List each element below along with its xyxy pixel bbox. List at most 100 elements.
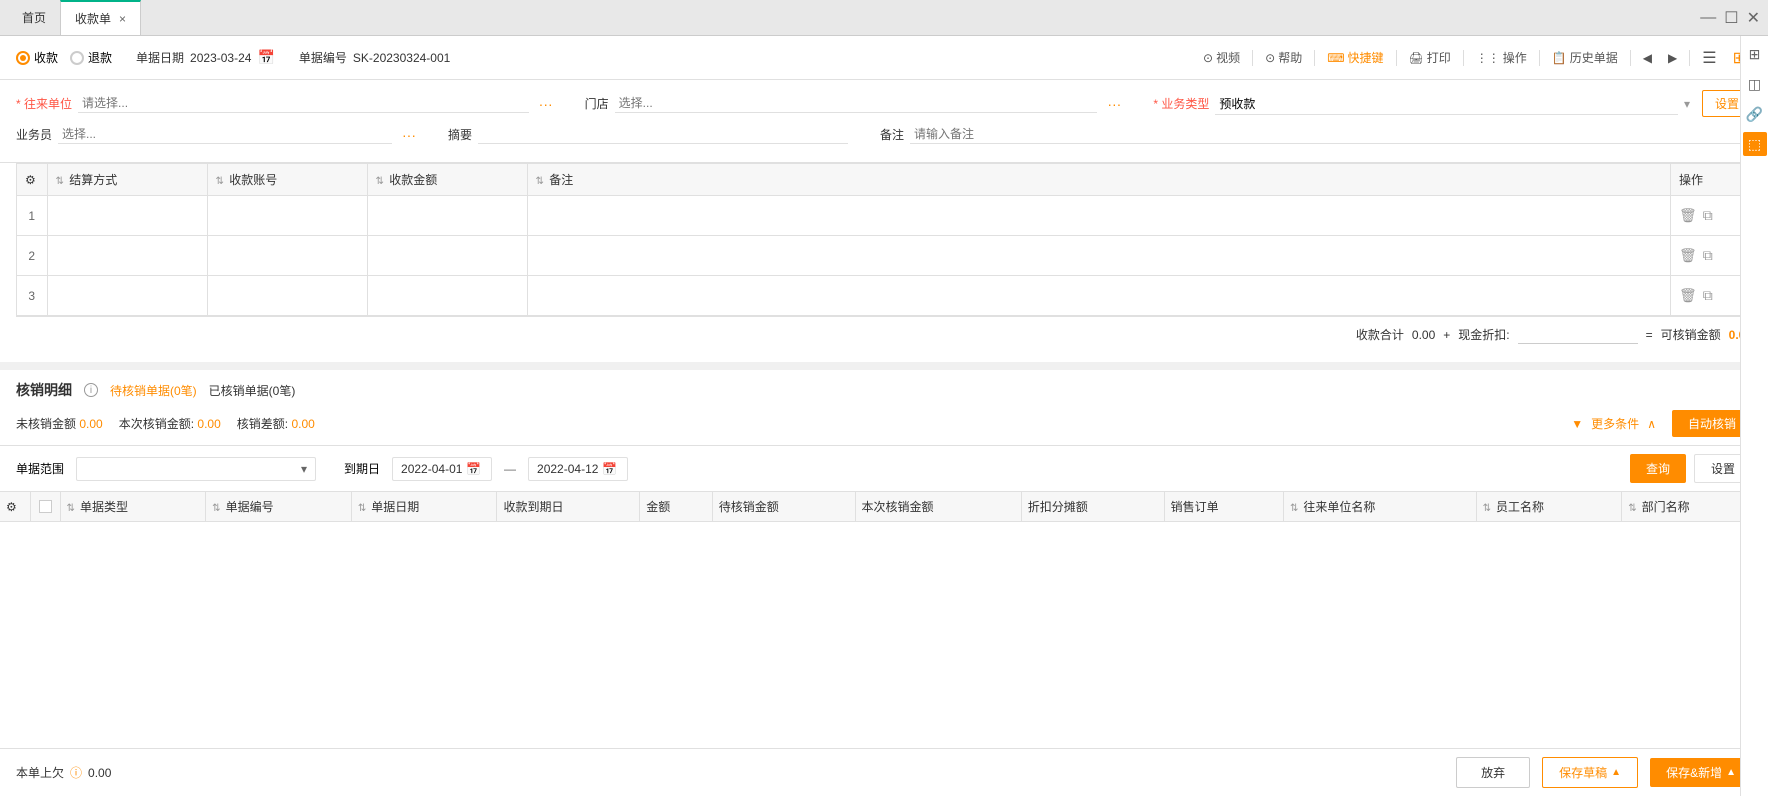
cell-remarks-1[interactable] [527, 196, 1671, 236]
table-settings-icon[interactable]: ⚙ [25, 173, 36, 187]
staff-label: 业务员 [16, 126, 52, 143]
footer-right: 放弃 保存草稿 ▲ 保存&新增 ▲ [1456, 757, 1752, 788]
radio-refund[interactable]: 退款 [70, 49, 112, 66]
table2-settings-icon[interactable]: ⚙ [6, 500, 17, 514]
doc-value[interactable]: SK-20230324-001 [353, 51, 450, 65]
query-btn[interactable]: 查询 [1630, 454, 1686, 483]
delete-icon-2[interactable]: 🗑 [1679, 247, 1697, 264]
tab-current[interactable]: 收款单 × [60, 0, 141, 35]
th2-settings[interactable]: ⚙ [0, 492, 30, 522]
date-to-value: 2022-04-12 [537, 462, 598, 476]
cell-account-1[interactable] [207, 196, 367, 236]
radio-refund-dot [70, 51, 84, 65]
window-maximize-icon[interactable]: ☐ [1724, 8, 1738, 28]
verification-info-icon[interactable]: i [84, 383, 98, 397]
cell-settlement-1[interactable] [47, 196, 207, 236]
range-select[interactable]: ▾ [76, 457, 316, 481]
sort2-number[interactable]: ⇅ [212, 503, 220, 514]
staff-input[interactable] [58, 125, 392, 144]
store-input[interactable] [615, 94, 1098, 113]
ops-btn[interactable]: ⋮⋮ 操作 [1470, 47, 1533, 68]
cur-value: 0.00 [197, 417, 220, 431]
history-btn[interactable]: 📋 历史单据 [1546, 47, 1624, 68]
date-from-input[interactable]: 2022-04-01 📅 [392, 457, 492, 481]
calendar-icon[interactable]: 📅 [257, 49, 274, 66]
radio-receipt[interactable]: 收款 [16, 49, 58, 66]
staff-more-btn[interactable]: ··· [402, 127, 416, 143]
total-value: 0.00 [1412, 328, 1435, 342]
sort2-counterpart[interactable]: ⇅ [1290, 503, 1298, 514]
sort-icon-amount[interactable]: ⇅ [376, 176, 384, 187]
sort-icon-remarks[interactable]: ⇅ [536, 176, 544, 187]
upper-icon[interactable]: ⓘ [70, 764, 82, 781]
sort2-type[interactable]: ⇅ [67, 503, 75, 514]
date-separator: — [504, 462, 516, 476]
form-row-2: 业务员 ··· 摘要 备注 [16, 125, 1752, 144]
biz-type-chevron-icon[interactable]: ▾ [1684, 97, 1690, 111]
select-all-checkbox[interactable] [39, 500, 52, 513]
pending-tab[interactable]: 待核销单据(0笔) [110, 382, 197, 399]
sort2-store[interactable]: ⇅ [1628, 503, 1636, 514]
remarks-input[interactable] [910, 125, 1752, 144]
help-icon: ⊙ [1265, 51, 1275, 65]
more-conditions-label[interactable]: 更多条件 [1591, 415, 1639, 432]
cell-account-2[interactable] [207, 236, 367, 276]
draft-button[interactable]: 保存草稿 ▲ [1542, 757, 1638, 788]
delete-icon-1[interactable]: 🗑 [1679, 207, 1697, 224]
cell-settlement-2[interactable] [47, 236, 207, 276]
copy-icon-2[interactable]: ⧉ [1703, 247, 1713, 264]
sort-icon-account[interactable]: ⇅ [216, 176, 224, 187]
window-close-icon[interactable]: ✕ [1747, 8, 1760, 28]
biz-type-value[interactable]: 预收款 [1215, 93, 1678, 115]
save-button[interactable]: 保存&新增 ▲ [1650, 758, 1752, 787]
main-table-container: ⚙ ⇅ 结算方式 ⇅ 收款账号 ⇅ 收款金额 ⇅ [16, 163, 1752, 317]
cell-account-3[interactable] [207, 276, 367, 316]
nav-prev-btn[interactable]: ◀ [1637, 49, 1658, 67]
copy-icon-3[interactable]: ⧉ [1703, 287, 1713, 304]
sidebar-icon-4[interactable]: ⬚ [1743, 132, 1767, 156]
date-value[interactable]: 2023-03-24 [190, 51, 251, 65]
tab-home[interactable]: 首页 [8, 0, 60, 35]
video-btn[interactable]: ⊙ 视频 [1197, 47, 1246, 68]
delete-icon-3[interactable]: 🗑 [1679, 287, 1697, 304]
print-btn[interactable]: 🖨 打印 [1403, 47, 1457, 68]
filter-icon[interactable]: ▼ [1571, 417, 1583, 431]
discard-button[interactable]: 放弃 [1456, 757, 1530, 788]
sidebar-icon-3[interactable]: 🔗 [1743, 102, 1767, 126]
shortcut-btn[interactable]: ⌨ 快捷键 [1321, 47, 1389, 68]
th2-pending-label: 待核销金额 [719, 500, 779, 514]
summary-input[interactable] [478, 125, 848, 144]
store-more-btn[interactable]: ··· [1107, 96, 1121, 112]
sort2-staff[interactable]: ⇅ [1483, 503, 1491, 514]
counterpart-input[interactable] [78, 94, 529, 113]
due-label: 到期日 [344, 460, 380, 477]
counterpart-more-btn[interactable]: ··· [539, 96, 553, 112]
th2-date-label: 单据日期 [371, 500, 419, 514]
tab-close-icon[interactable]: × [119, 12, 126, 26]
sidebar-icon-2[interactable]: ◫ [1743, 72, 1767, 96]
nav-next-btn[interactable]: ▶ [1662, 49, 1683, 67]
th2-amount-label: 金额 [646, 500, 670, 514]
sort2-date[interactable]: ⇅ [358, 503, 366, 514]
discount-input[interactable] [1518, 325, 1638, 344]
filter-chevron-icon[interactable]: ∧ [1647, 417, 1656, 431]
unrec-label: 未核销金额 [16, 417, 76, 431]
th-amount: ⇅ 收款金额 [367, 164, 527, 196]
sort-icon-settlement[interactable]: ⇅ [56, 176, 64, 187]
done-tab[interactable]: 已核销单据(0笔) [209, 382, 296, 399]
cell-amount-2[interactable] [367, 236, 527, 276]
menu-icon-btn[interactable]: ☰ [1696, 46, 1722, 70]
sidebar-icon-1[interactable]: ⊞ [1743, 42, 1767, 66]
copy-icon-1[interactable]: ⧉ [1703, 207, 1713, 224]
main-table: ⚙ ⇅ 结算方式 ⇅ 收款账号 ⇅ 收款金额 ⇅ [17, 164, 1751, 316]
date-to-input[interactable]: 2022-04-12 📅 [528, 457, 628, 481]
cell-remarks-3[interactable] [527, 276, 1671, 316]
th-amount-label: 收款金额 [389, 173, 437, 187]
cell-amount-3[interactable] [367, 276, 527, 316]
cell-amount-1[interactable] [367, 196, 527, 236]
help-btn[interactable]: ⊙ 帮助 [1259, 47, 1308, 68]
cell-remarks-2[interactable] [527, 236, 1671, 276]
window-minimize-icon[interactable]: — [1700, 9, 1716, 27]
th-settings[interactable]: ⚙ [17, 164, 47, 196]
cell-settlement-3[interactable] [47, 276, 207, 316]
